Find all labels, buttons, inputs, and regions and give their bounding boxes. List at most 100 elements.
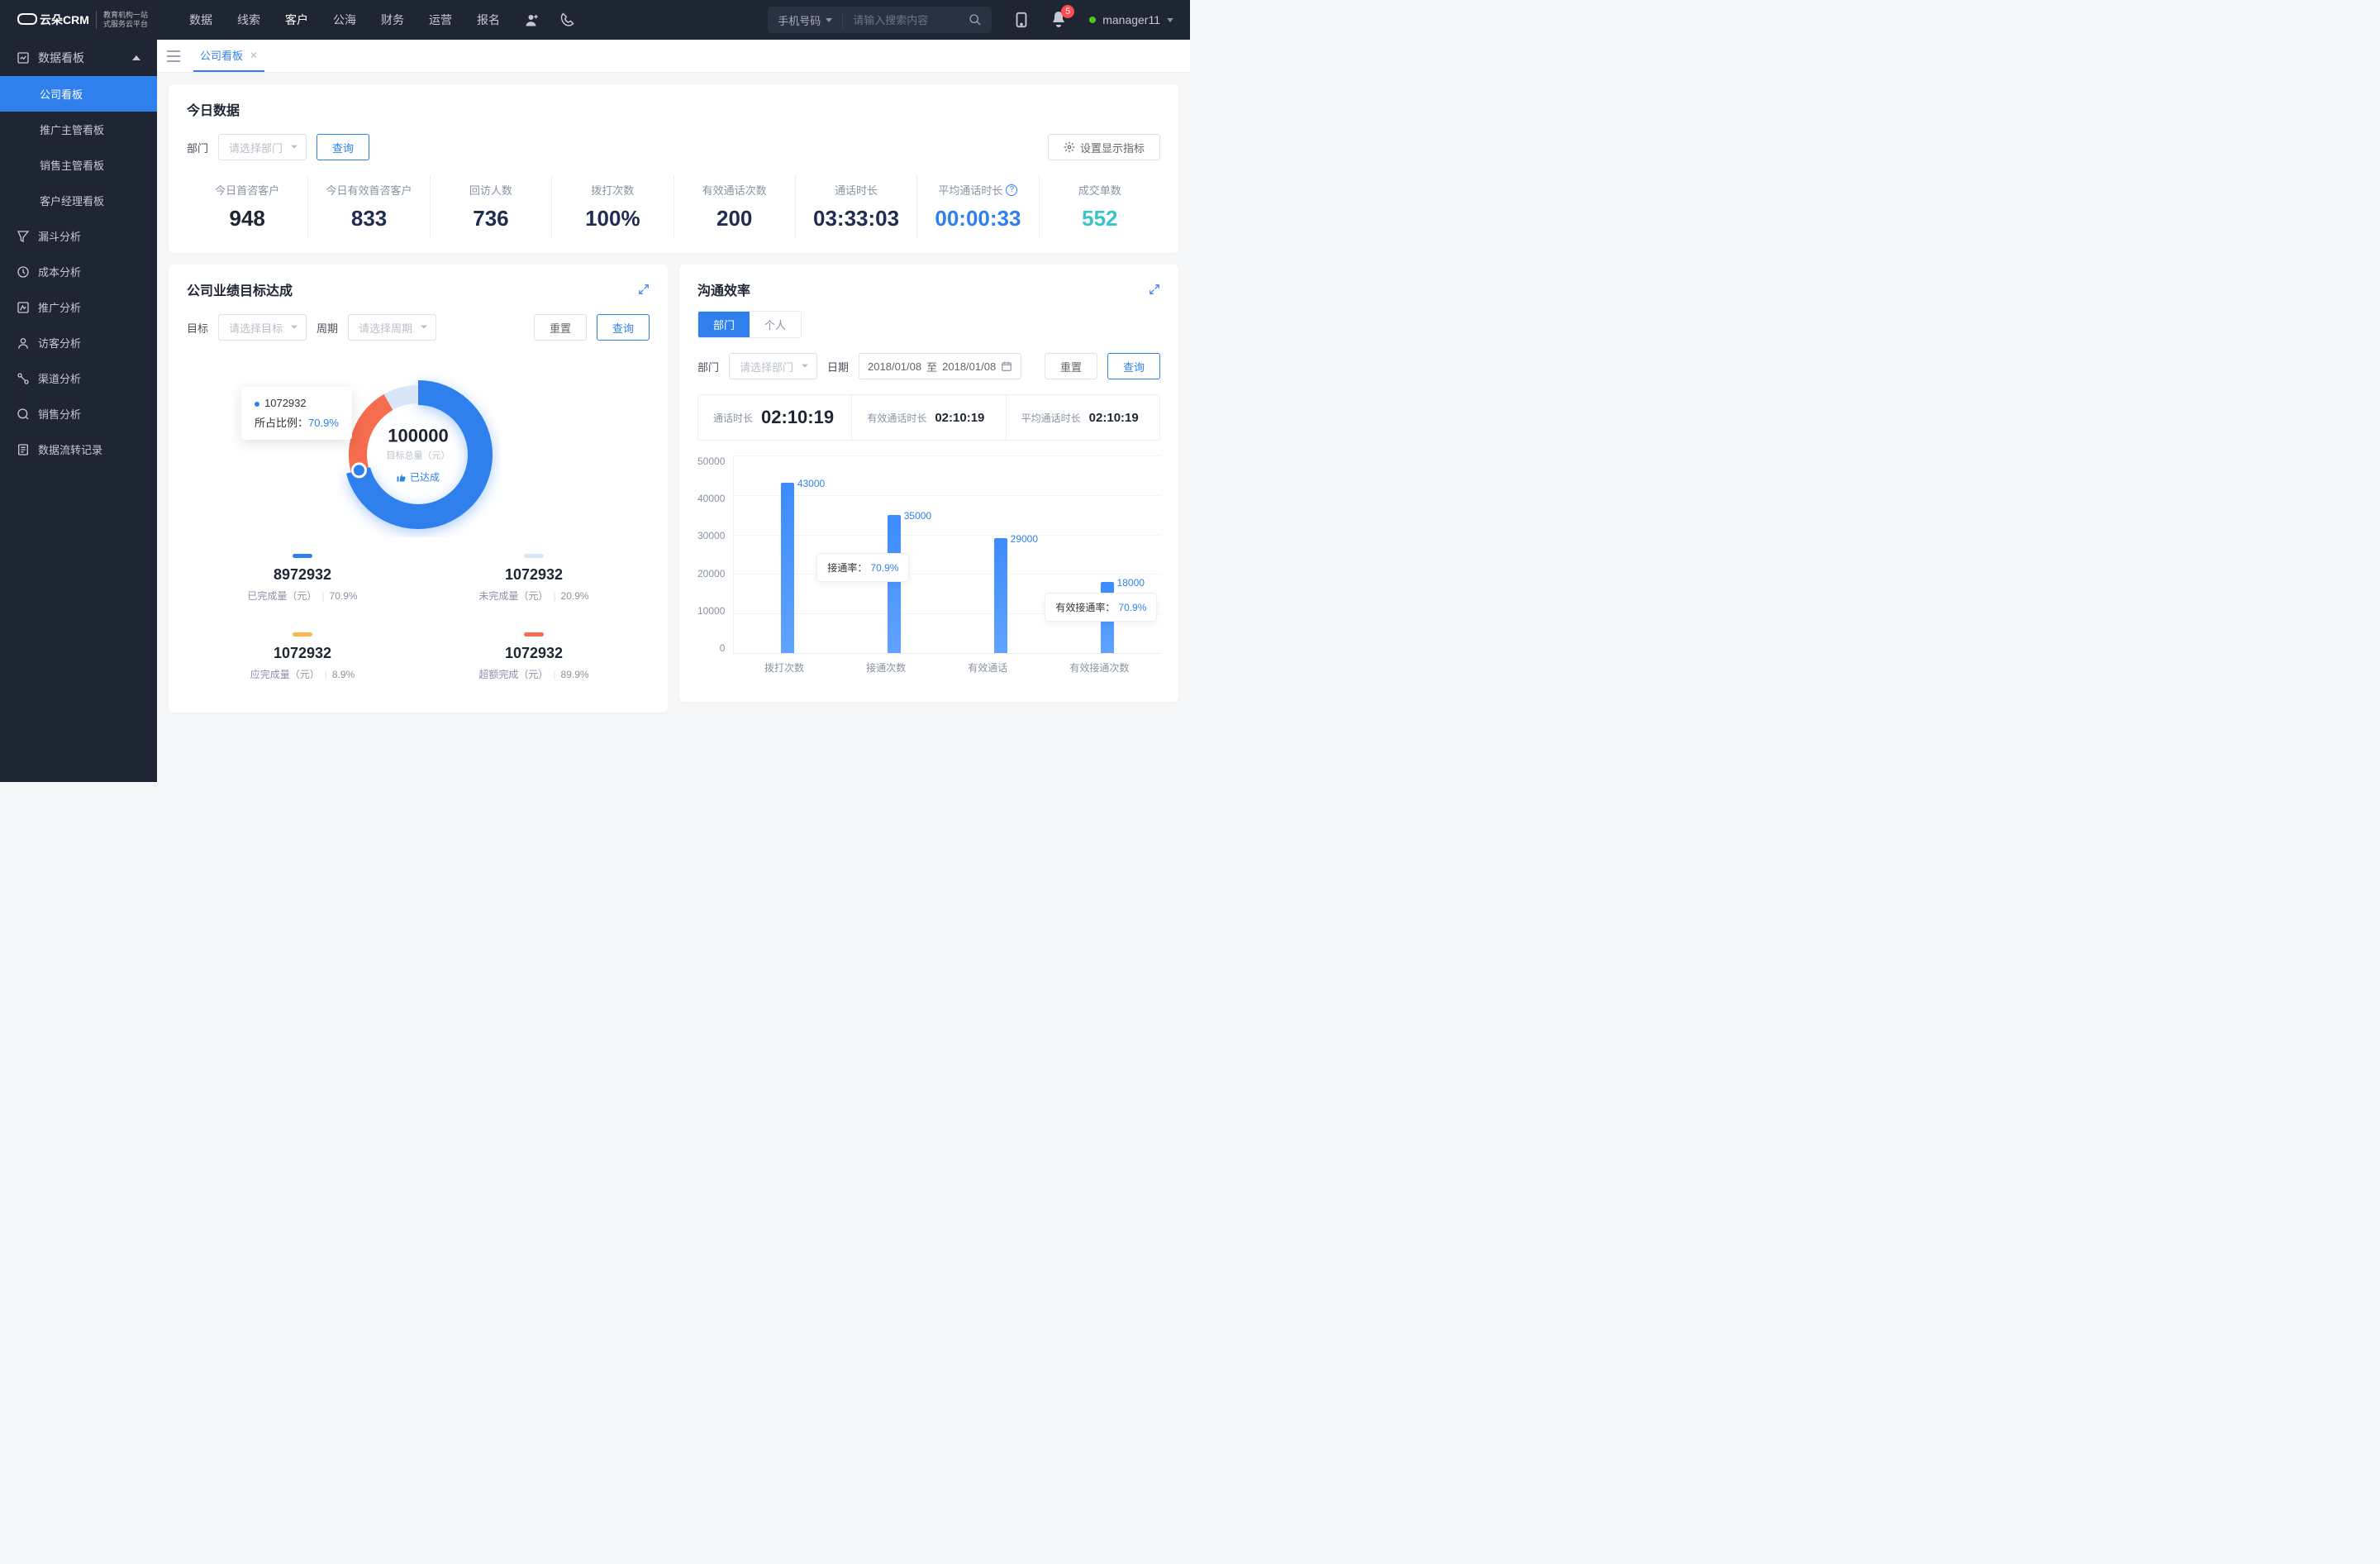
- topbar-right: 5 manager11: [1015, 12, 1173, 28]
- legend-item: 1072932未完成量（元）|20.9%: [418, 554, 650, 603]
- dept-label: 部门: [187, 140, 208, 155]
- sidebar-icon: [17, 372, 30, 385]
- dept-select[interactable]: 请选择部门: [218, 134, 307, 160]
- svg-text:云朵CRM: 云朵CRM: [40, 13, 89, 26]
- topbar-extra-icons: [525, 12, 574, 27]
- search-type-select[interactable]: 手机号码: [768, 12, 843, 28]
- sidebar-item[interactable]: 漏斗分析: [0, 218, 157, 254]
- search-icon[interactable]: [959, 13, 992, 26]
- target-card: 公司业绩目标达成 目标 请选择目标 周期 请选择周期 重置 查询: [169, 265, 668, 713]
- summary-cell: 通话时长02:10:19: [698, 395, 852, 440]
- kpi-cell: 成交单数552: [1040, 175, 1160, 238]
- thumb-up-icon: [397, 472, 407, 482]
- tab-item[interactable]: 部门: [698, 312, 750, 337]
- target-select[interactable]: 请选择目标: [218, 314, 307, 341]
- legend-item: 1072932超额完成（元）|89.9%: [418, 632, 650, 681]
- bar: 43000: [781, 483, 794, 653]
- kpi-cell: 今日有效首咨客户833: [308, 175, 430, 238]
- status-dot: [1089, 17, 1096, 23]
- notification-badge: 5: [1061, 5, 1074, 18]
- chart-annotation: 有效接通率：70.9%: [1045, 593, 1157, 622]
- logo-icon: 云朵CRM: [17, 11, 89, 29]
- period-select[interactable]: 请选择周期: [348, 314, 436, 341]
- sidebar-item[interactable]: 推广主管看板: [0, 112, 157, 147]
- search-box: 手机号码: [768, 7, 992, 33]
- topnav-item[interactable]: 线索: [237, 12, 260, 28]
- bell-icon[interactable]: 5: [1051, 12, 1066, 28]
- phone-icon[interactable]: [559, 12, 574, 27]
- summary-cell: 有效通话时长02:10:19: [852, 395, 1006, 440]
- reset-button[interactable]: 重置: [534, 314, 587, 341]
- summary-cell: 平均通话时长02:10:19: [1007, 395, 1159, 440]
- topnav-item[interactable]: 运营: [429, 12, 452, 28]
- topnav-item[interactable]: 财务: [381, 12, 404, 28]
- kpi-cell: 回访人数736: [431, 175, 552, 238]
- donut-tooltip: 1072932 所占比例：70.9%: [241, 387, 352, 440]
- efficiency-card: 沟通效率 部门个人 部门 请选择部门 日期 2018/01/08至2018/01…: [679, 265, 1178, 702]
- topnav-item[interactable]: 数据: [189, 12, 212, 28]
- date-range-input[interactable]: 2018/01/08至2018/01/08: [859, 353, 1021, 379]
- sidebar-icon: [17, 230, 30, 243]
- target-title: 公司业绩目标达成: [187, 279, 293, 299]
- sidebar-item[interactable]: 成本分析: [0, 254, 157, 289]
- settings-button[interactable]: 设置显示指标: [1048, 134, 1160, 160]
- bar-chart: 50000400003000020000100000 4300035000290…: [697, 455, 1160, 687]
- help-icon[interactable]: ?: [1006, 184, 1017, 196]
- expand-icon[interactable]: [638, 284, 650, 295]
- kpi-cell: 今日首咨客户948: [187, 175, 308, 238]
- chart-annotation: 接通率：70.9%: [816, 553, 909, 582]
- sidebar-icon: [17, 336, 30, 350]
- topnav-item[interactable]: 客户: [285, 12, 308, 28]
- kpi-cell: 有效通话次数200: [674, 175, 796, 238]
- sidebar-item[interactable]: 客户经理看板: [0, 183, 157, 218]
- kpi-cell: 平均通话时长?00:00:33: [917, 175, 1039, 238]
- chevron-up-icon: [132, 55, 140, 60]
- menu-toggle-icon[interactable]: [167, 50, 180, 62]
- expand-icon[interactable]: [1149, 284, 1160, 295]
- x-label: 有效通话: [968, 660, 1007, 675]
- close-icon[interactable]: ✕: [250, 50, 258, 61]
- tab-company-board[interactable]: 公司看板✕: [193, 40, 264, 72]
- search-input[interactable]: [843, 7, 959, 33]
- sidebar-item[interactable]: 访客分析: [0, 325, 157, 360]
- topnav-item[interactable]: 公海: [333, 12, 356, 28]
- sidebar-icon: [17, 408, 30, 421]
- sidebar-icon: [17, 443, 30, 456]
- sidebar-item[interactable]: 渠道分析: [0, 360, 157, 396]
- tabbar: 公司看板✕: [157, 40, 1190, 73]
- sidebar-item[interactable]: 销售分析: [0, 396, 157, 432]
- gear-icon: [1064, 141, 1075, 153]
- query-button[interactable]: 查询: [597, 314, 650, 341]
- user-name: manager11: [1102, 13, 1160, 26]
- sidebar-icon: [17, 301, 30, 314]
- legend-item: 1072932应完成量（元）|8.9%: [187, 632, 418, 681]
- reset-button[interactable]: 重置: [1045, 353, 1097, 379]
- legend-item: 8972932已完成量（元）|70.9%: [187, 554, 418, 603]
- sidebar-item[interactable]: 推广分析: [0, 289, 157, 325]
- mobile-icon[interactable]: [1015, 12, 1028, 28]
- efficiency-title: 沟通效率: [697, 279, 750, 299]
- add-user-icon[interactable]: [525, 12, 540, 27]
- calendar-icon: [1001, 360, 1012, 372]
- logo: 云朵CRM 教育机构一站式服务云平台: [17, 11, 148, 29]
- x-label: 有效接通次数: [1069, 660, 1129, 675]
- eff-dept-select[interactable]: 请选择部门: [729, 353, 817, 379]
- donut-chart: 100000 目标总量（元） 已达成 1072932 所占比例：70.9%: [336, 372, 501, 537]
- query-button[interactable]: 查询: [1107, 353, 1160, 379]
- sidebar-item[interactable]: 销售主管看板: [0, 147, 157, 183]
- sidebar-item[interactable]: 数据流转记录: [0, 432, 157, 467]
- sidebar-item[interactable]: 公司看板: [0, 76, 157, 112]
- top-nav: 数据 线索 客户 公海 财务 运营 报名: [189, 12, 500, 28]
- x-label: 接通次数: [866, 660, 906, 675]
- query-button[interactable]: 查询: [317, 134, 369, 160]
- bar: 29000: [994, 538, 1007, 653]
- x-label: 拨打次数: [764, 660, 804, 675]
- sidebar-group-dashboard[interactable]: 数据看板: [0, 40, 157, 76]
- user-menu[interactable]: manager11: [1089, 13, 1173, 26]
- tab-item[interactable]: 个人: [750, 312, 801, 337]
- topnav-item[interactable]: 报名: [477, 12, 500, 28]
- today-title: 今日数据: [187, 99, 1160, 119]
- sidebar: 数据看板 公司看板推广主管看板销售主管看板客户经理看板 漏斗分析成本分析推广分析…: [0, 40, 157, 782]
- today-card: 今日数据 部门 请选择部门 查询 设置显示指标 今日首咨客户948今日有效首咨客…: [169, 84, 1178, 253]
- bar: 35000: [888, 515, 901, 653]
